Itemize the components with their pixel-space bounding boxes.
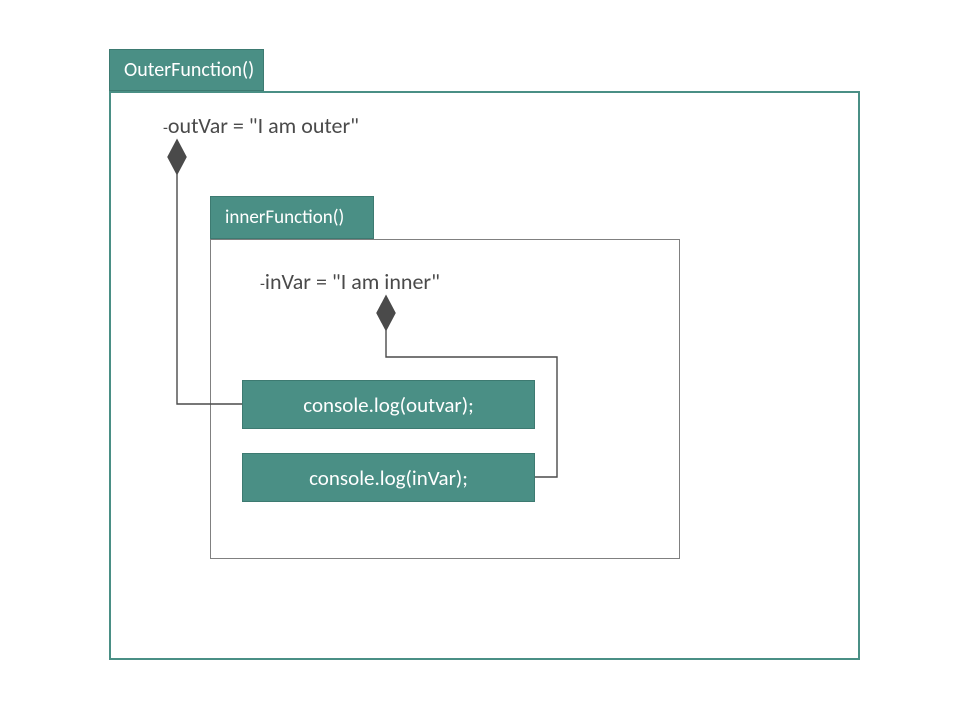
connector-inner-to-code2 [0, 0, 964, 714]
scope-diagram: OuterFunction() -outVar = "I am outer" i… [0, 0, 964, 714]
